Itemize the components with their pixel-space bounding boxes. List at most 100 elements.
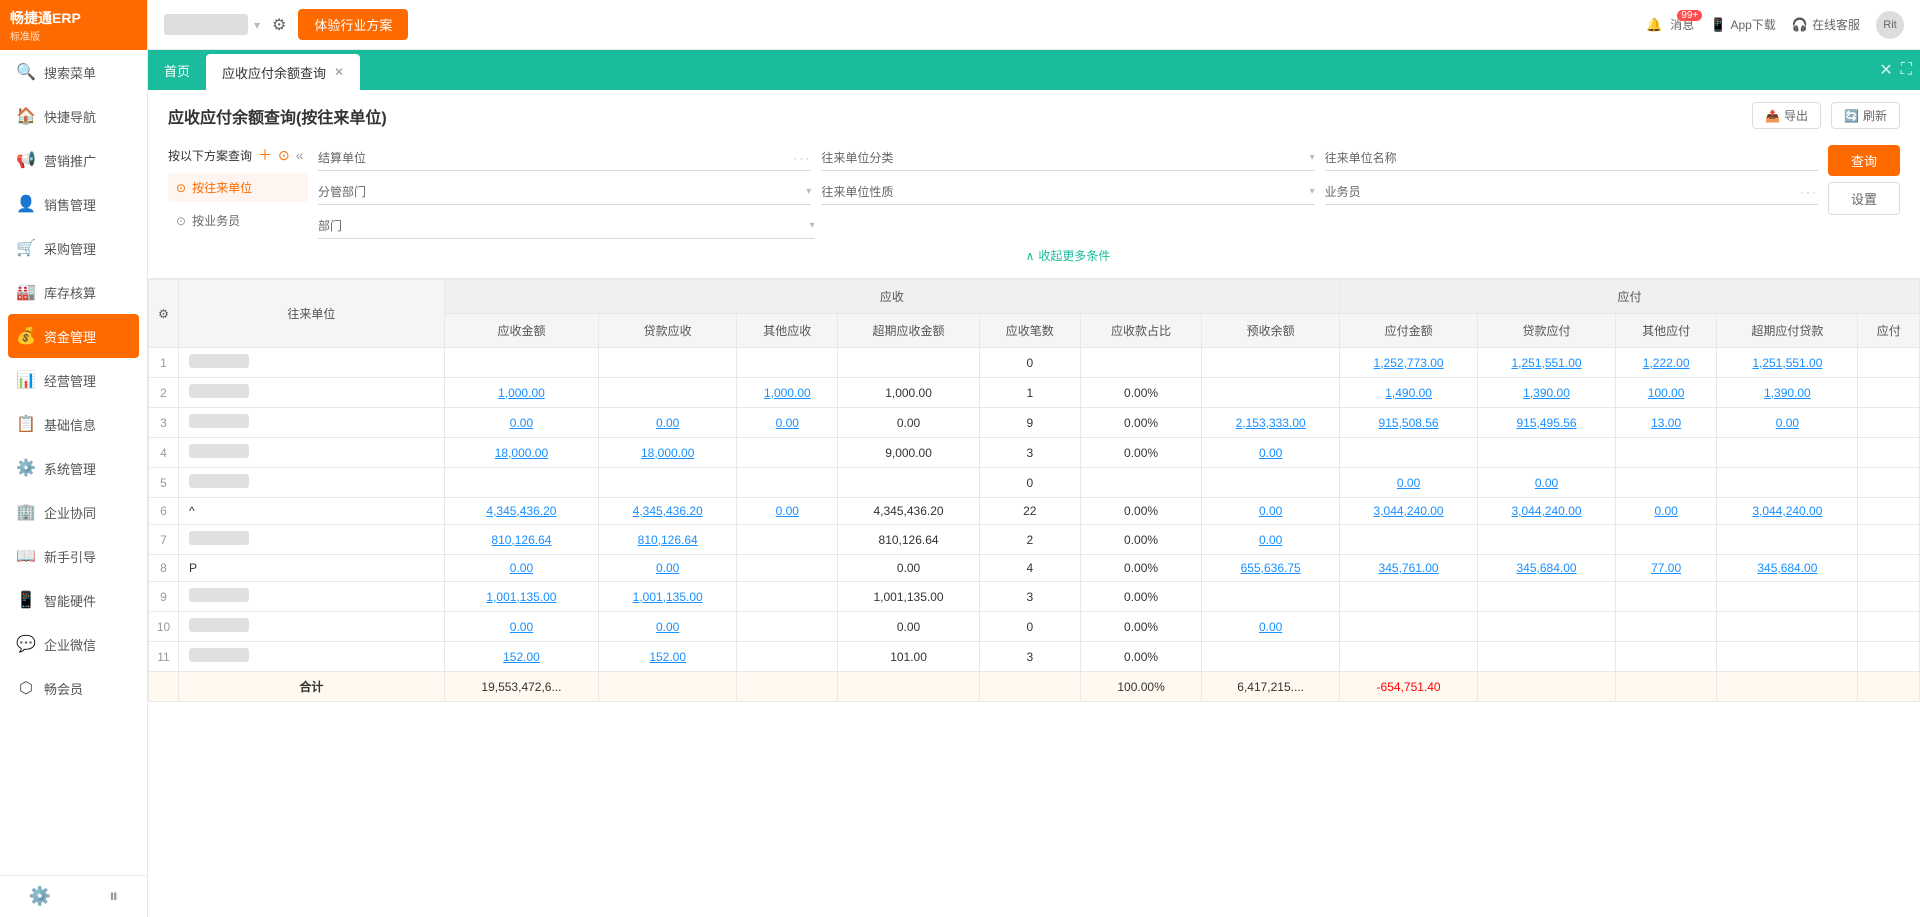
col-pay-amount: 应付金额 [1340, 314, 1478, 348]
sidebar-item-smart-hw[interactable]: 📱 智能硬件 [0, 578, 147, 622]
row-number: 2 [149, 378, 179, 408]
department-arrow[interactable]: ▾ [806, 186, 811, 197]
scheme-option-unit[interactable]: ⊙ 按往来单位 [168, 173, 308, 202]
settlement-dots[interactable]: ··· [793, 151, 811, 165]
table-row: 21,000.001,000.001,000.0010.00%1,490.001… [149, 378, 1920, 408]
export-icon: 📤 [1765, 109, 1780, 123]
row-number: 6 [149, 498, 179, 525]
capital-icon: 💰 [16, 326, 36, 346]
unit-category-arrow[interactable]: ▾ [1310, 152, 1315, 163]
sidebar-item-quick-nav[interactable]: 🏠 快捷导航 [0, 94, 147, 138]
sidebar-item-member[interactable]: ⬡ 畅会员 [0, 666, 147, 710]
col-pre-balance: 预收余额 [1202, 314, 1340, 348]
tab-receivable[interactable]: 应收应付余额查询 ✕ [206, 54, 360, 90]
col-group-payable: 应付 [1340, 280, 1920, 314]
home-icon: 🏠 [16, 106, 36, 126]
topbar-settings-icon[interactable]: ⚙ [272, 15, 286, 35]
sidebar-item-label: 新手引导 [44, 547, 96, 566]
unit-category-field: 往来单位分类 ▾ [821, 145, 1314, 171]
main-area: 公司 ▾ ⚙ 体验行业方案 🔔 99+ 消息 📱 App下载 🎧 在线客服 Ri… [148, 0, 1920, 917]
member-icon: ⬡ [16, 678, 36, 698]
user-avatar[interactable]: Rit [1876, 11, 1904, 39]
sidebar-item-inventory[interactable]: 🏭 库存核算 [0, 270, 147, 314]
logo-name: 畅捷通ERP [10, 8, 81, 28]
collapse-btn[interactable]: ∧ 收起更多条件 [318, 243, 1818, 268]
blurred-unit [189, 354, 249, 368]
scheme-option-staff[interactable]: ⊙ 按业务员 [168, 206, 308, 235]
sidebar-item-label: 快捷导航 [44, 107, 96, 126]
col-other-pay: 其他应付 [1615, 314, 1716, 348]
sidebar-item-label: 销售管理 [44, 195, 96, 214]
export-btn[interactable]: 📤 导出 [1752, 102, 1821, 129]
tab-home-label: 首页 [164, 61, 190, 80]
table-row: 101,252,773.001,251,551.001,222.001,251,… [149, 348, 1920, 378]
sidebar-item-basic-info[interactable]: 📋 基础信息 [0, 402, 147, 446]
table-row: 418,000.0018,000.009,000.0030.00%0.00 [149, 438, 1920, 468]
table-area: ⚙ 往来单位 应收 应付 应收金额 贷款应收 其他应收 超期应收金额 应收笔数 … [148, 279, 1920, 917]
query-buttons: 查询 设置 [1828, 145, 1900, 268]
collapse-left-icon[interactable]: « [296, 147, 304, 163]
row-unit-name [179, 348, 445, 378]
sidebar-item-operation[interactable]: 📊 经营管理 [0, 358, 147, 402]
col-overdue-rcv: 超期应收金额 [838, 314, 979, 348]
scheme-label2: 按业务员 [192, 212, 240, 229]
row-unit-name [179, 468, 445, 498]
footer-rcv-ratio: 100.00% [1080, 672, 1201, 702]
col-settings[interactable]: ⚙ [149, 280, 179, 348]
sidebar-item-system[interactable]: ⚙️ 系统管理 [0, 446, 147, 490]
window-expand-icon[interactable]: ⛶ [1901, 61, 1912, 79]
sidebar-item-capital[interactable]: 💰 资金管理 [8, 314, 139, 358]
basic-info-icon: 📋 [16, 414, 36, 434]
sidebar-item-marketing[interactable]: 📢 营销推广 [0, 138, 147, 182]
topbar: 公司 ▾ ⚙ 体验行业方案 🔔 99+ 消息 📱 App下载 🎧 在线客服 Ri… [148, 0, 1920, 50]
enterprise-icon: 🏢 [16, 502, 36, 522]
sidebar-item-label: 企业微信 [44, 635, 96, 654]
query-btn[interactable]: 查询 [1828, 145, 1900, 176]
sidebar-item-beginner[interactable]: 📖 新手引导 [0, 534, 147, 578]
footer-empty-3 [838, 672, 979, 702]
settlement-field: 结算单位 ··· [318, 145, 811, 171]
edit-icon[interactable]: ⊙ [278, 147, 290, 164]
settings-bottom-icon[interactable]: ⚙️ [29, 886, 51, 907]
collapse-icon[interactable]: ⏸ [109, 886, 118, 907]
query-scheme: 按以下方案查询 ＋ ⊙ « ⊙ 按往来单位 ⊙ 按业务员 [168, 145, 308, 268]
footer-empty-5 [1478, 672, 1616, 702]
footer-rcv-amount: 19,553,472,6... [444, 672, 599, 702]
app-download[interactable]: 📱 App下载 [1710, 16, 1776, 33]
sidebar-item-enterprise-wx[interactable]: 💬 企业微信 [0, 622, 147, 666]
online-service[interactable]: 🎧 在线客服 [1792, 16, 1860, 33]
filter-content: 按以下方案查询 ＋ ⊙ « ⊙ 按往来单位 ⊙ 按业务员 [148, 145, 1920, 278]
sidebar-item-enterprise[interactable]: 🏢 企业协同 [0, 490, 147, 534]
window-close-icon[interactable]: ✕ [1879, 60, 1892, 80]
tab-close-icon[interactable]: ✕ [334, 65, 344, 79]
tab-home[interactable]: 首页 [148, 50, 206, 90]
scheme-icon: ⊙ [176, 181, 186, 195]
refresh-btn[interactable]: 🔄 刷新 [1831, 102, 1900, 129]
trial-btn[interactable]: 体验行业方案 [298, 9, 408, 40]
salesman-dots[interactable]: ··· [1800, 185, 1818, 199]
add-icon[interactable]: ＋ [258, 145, 272, 165]
sales-icon: 👤 [16, 194, 36, 214]
col-pay-more: 应付 [1858, 314, 1920, 348]
unit-name-label: 往来单位名称 [1325, 149, 1397, 166]
row-unit-name: P [179, 555, 445, 582]
notification-icon: 🔔 [1646, 17, 1662, 32]
unit-category-label: 往来单位分类 [821, 149, 893, 166]
footer-empty-7 [1717, 672, 1858, 702]
unit-nature-arrow[interactable]: ▾ [1310, 186, 1315, 197]
sidebar-item-purchase[interactable]: 🛒 采购管理 [0, 226, 147, 270]
sidebar-item-label: 畅会员 [44, 679, 83, 698]
smart-hw-icon: 📱 [16, 590, 36, 610]
scheme-icon2: ⊙ [176, 214, 186, 228]
filter-fields: 结算单位 ··· 往来单位分类 ▾ 往来单位名称 [318, 145, 1818, 268]
sidebar-item-sales[interactable]: 👤 销售管理 [0, 182, 147, 226]
notification-wrapper[interactable]: 🔔 99+ 消息 [1646, 16, 1694, 33]
unit-nature-field: 往来单位性质 ▾ [821, 179, 1314, 205]
refresh-label: 刷新 [1863, 107, 1887, 124]
salesman-field: 业务员 ··· [1325, 179, 1818, 205]
table-footer: 合计 19,553,472,6... 100.00% 6,417,215....… [149, 672, 1920, 702]
setting-btn[interactable]: 设置 [1828, 182, 1900, 215]
sidebar-item-search-menu[interactable]: 🔍 搜索菜单 [0, 50, 147, 94]
dept-arrow[interactable]: ▾ [810, 220, 815, 231]
page-actions: 📤 导出 🔄 刷新 [1752, 102, 1900, 129]
